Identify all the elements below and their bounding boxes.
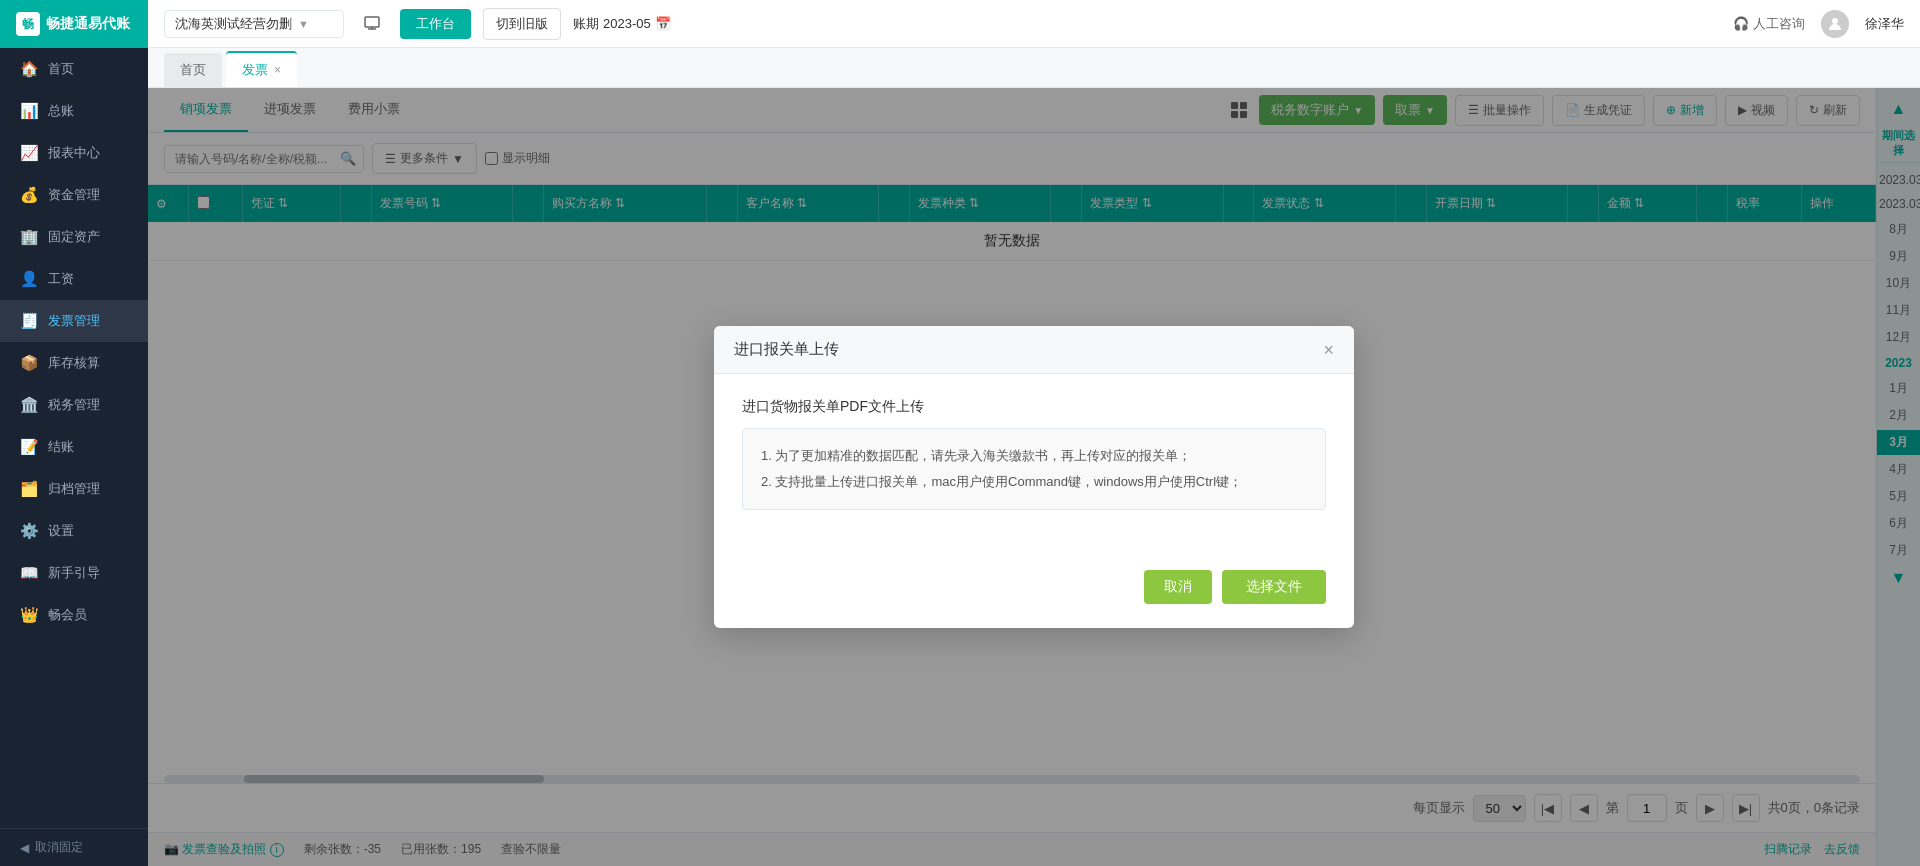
settle-icon: 📝 [20,438,38,456]
sidebar: 畅 畅捷通易代账 🏠 首页 📊 总账 📈 报表中心 💰 资金管理 🏢 固定资产 … [0,0,148,866]
modal-select-file-button[interactable]: 选择文件 [1222,570,1326,604]
sidebar-label-vip: 畅会员 [48,606,87,624]
sidebar-label-payroll: 工资 [48,270,74,288]
ledger-icon: 📊 [20,102,38,120]
content-area: 销项发票 进项发票 费用小票 [148,88,1920,866]
modal-footer: 取消 选择文件 [714,554,1354,628]
sidebar-label-inventory: 库存核算 [48,354,100,372]
main-area: 沈海英测试经营勿删 ▼ 工作台 切到旧版 账期 2023-05 📅 🎧 人工咨询 [148,0,1920,866]
modal-cancel-button[interactable]: 取消 [1144,570,1212,604]
sidebar-label-settings: 设置 [48,522,74,540]
modal-section-title: 进口货物报关单PDF文件上传 [742,398,1326,416]
sidebar-item-invoice[interactable]: 🧾 发票管理 [0,300,148,342]
sidebar-label-tax: 税务管理 [48,396,100,414]
period-display: 账期 2023-05 📅 [573,15,671,33]
tax-icon: 🏛️ [20,396,38,414]
settings-icon: ⚙️ [20,522,38,540]
modal-info-item1: 1. 为了更加精准的数据匹配，请先录入海关缴款书，再上传对应的报关单； [761,443,1307,469]
svg-rect-0 [365,17,379,27]
vip-icon: 👑 [20,606,38,624]
chevron-down-icon: ▼ [298,18,309,30]
sidebar-label-home: 首页 [48,60,74,78]
sidebar-label-ledger: 总账 [48,102,74,120]
sidebar-label-funds: 资金管理 [48,186,100,204]
old-version-button[interactable]: 切到旧版 [483,8,561,40]
sidebar-nav: 🏠 首页 📊 总账 📈 报表中心 💰 资金管理 🏢 固定资产 👤 工资 🧾 发票… [0,48,148,828]
sidebar-item-settings[interactable]: ⚙️ 设置 [0,510,148,552]
home-tab-label: 首页 [180,61,206,79]
sidebar-item-archive[interactable]: 🗂️ 归档管理 [0,468,148,510]
sidebar-item-ledger[interactable]: 📊 总账 [0,90,148,132]
reports-icon: 📈 [20,144,38,162]
inventory-icon: 📦 [20,354,38,372]
sidebar-label-guide: 新手引导 [48,564,100,582]
username[interactable]: 徐泽华 [1865,15,1904,33]
modal-header: 进口报关单上传 × [714,326,1354,374]
payroll-icon: 👤 [20,270,38,288]
sidebar-item-reports[interactable]: 📈 报表中心 [0,132,148,174]
tabbar: 首页 发票 × [148,48,1920,88]
sidebar-item-vip[interactable]: 👑 畅会员 [0,594,148,636]
sidebar-label-reports: 报表中心 [48,144,100,162]
sidebar-item-guide[interactable]: 📖 新手引导 [0,552,148,594]
headset-icon: 🎧 [1733,16,1749,31]
company-settings-icon[interactable] [356,8,388,40]
modal-body: 进口货物报关单PDF文件上传 1. 为了更加精准的数据匹配，请先录入海关缴款书，… [714,374,1354,554]
topbar-right: 🎧 人工咨询 徐泽华 [1733,10,1904,38]
user-avatar [1821,10,1849,38]
import-modal: 进口报关单上传 × 进口货物报关单PDF文件上传 1. 为了更加精准的数据匹配，… [714,326,1354,628]
invoice-icon: 🧾 [20,312,38,330]
workspace-button[interactable]: 工作台 [400,9,471,39]
sidebar-item-home[interactable]: 🏠 首页 [0,48,148,90]
sidebar-item-inventory[interactable]: 📦 库存核算 [0,342,148,384]
funds-icon: 💰 [20,186,38,204]
app-logo: 畅 畅捷通易代账 [0,0,148,48]
pin-icon: ◀ [20,841,29,855]
period-value: 2023-05 [603,16,651,31]
sidebar-item-settle[interactable]: 📝 结账 [0,426,148,468]
service-button[interactable]: 🎧 人工咨询 [1733,15,1805,33]
company-selector[interactable]: 沈海英测试经营勿删 ▼ [164,10,344,38]
period-label: 账期 [573,15,599,33]
sidebar-label-invoice: 发票管理 [48,312,100,330]
tab-close-icon[interactable]: × [274,63,281,77]
calendar-icon[interactable]: 📅 [655,16,671,31]
invoice-tab-label: 发票 [242,61,268,79]
modal-info-item2: 2. 支持批量上传进口报关单，mac用户使用Command键，windows用户… [761,469,1307,495]
sidebar-item-payroll[interactable]: 👤 工资 [0,258,148,300]
home-icon: 🏠 [20,60,38,78]
sidebar-item-funds[interactable]: 💰 资金管理 [0,174,148,216]
app-name: 畅捷通易代账 [46,15,130,33]
sidebar-item-tax[interactable]: 🏛️ 税务管理 [0,384,148,426]
service-label: 人工咨询 [1753,15,1805,33]
modal-info-box: 1. 为了更加精准的数据匹配，请先录入海关缴款书，再上传对应的报关单； 2. 支… [742,428,1326,510]
svg-point-3 [1832,18,1838,24]
modal-title: 进口报关单上传 [734,340,839,359]
tab-home[interactable]: 首页 [164,53,222,87]
sidebar-label-settle: 结账 [48,438,74,456]
modal-close-button[interactable]: × [1323,341,1334,359]
sidebar-footer[interactable]: ◀ 取消固定 [0,828,148,866]
archive-icon: 🗂️ [20,480,38,498]
guide-icon: 📖 [20,564,38,582]
logo-icon: 畅 [16,12,40,36]
footer-label: 取消固定 [35,839,83,856]
company-name: 沈海英测试经营勿删 [175,15,292,33]
modal-overlay: 进口报关单上传 × 进口货物报关单PDF文件上传 1. 为了更加精准的数据匹配，… [148,88,1920,866]
sidebar-label-archive: 归档管理 [48,480,100,498]
sidebar-item-assets[interactable]: 🏢 固定资产 [0,216,148,258]
sidebar-label-assets: 固定资产 [48,228,100,246]
tab-invoice[interactable]: 发票 × [226,51,297,87]
assets-icon: 🏢 [20,228,38,246]
topbar: 沈海英测试经营勿删 ▼ 工作台 切到旧版 账期 2023-05 📅 🎧 人工咨询 [148,0,1920,48]
